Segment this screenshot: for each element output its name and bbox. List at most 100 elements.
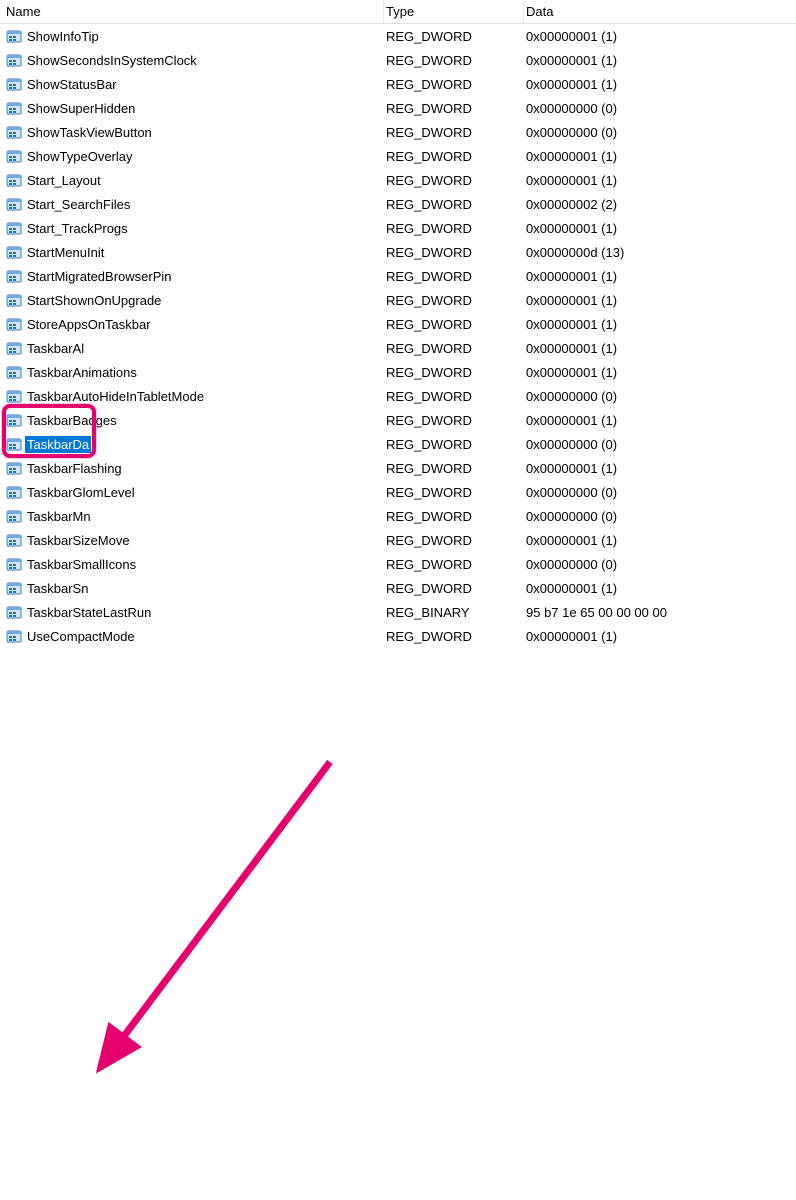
value-data-cell: 0x00000000 (0) (524, 485, 796, 500)
registry-value-row[interactable]: TaskbarAlREG_DWORD0x00000001 (1) (0, 336, 796, 360)
value-name-cell: Start_SearchFiles (4, 196, 384, 213)
column-label: Data (526, 4, 553, 19)
column-header-type[interactable]: Type (384, 0, 524, 23)
value-type-cell: REG_DWORD (384, 101, 524, 116)
registry-value-row[interactable]: ShowInfoTipREG_DWORD0x00000001 (1) (0, 24, 796, 48)
value-name-label: TaskbarGlomLevel (25, 484, 137, 501)
value-type-cell: REG_DWORD (384, 629, 524, 644)
registry-dword-icon (6, 436, 22, 452)
value-name-label: Start_Layout (25, 172, 103, 189)
value-type-cell: REG_DWORD (384, 557, 524, 572)
value-data-cell: 0x00000001 (1) (524, 293, 796, 308)
registry-value-list: ShowInfoTipREG_DWORD0x00000001 (1) ShowS… (0, 24, 796, 648)
registry-value-row[interactable]: ShowSuperHiddenREG_DWORD0x00000000 (0) (0, 96, 796, 120)
registry-value-row[interactable]: TaskbarDaREG_DWORD0x00000000 (0) (0, 432, 796, 456)
registry-value-row[interactable]: TaskbarGlomLevel REG_DWORD0x00000000 (0) (0, 480, 796, 504)
registry-dword-icon (6, 388, 22, 404)
registry-dword-icon (6, 124, 22, 140)
registry-value-row[interactable]: TaskbarMnREG_DWORD0x00000000 (0) (0, 504, 796, 528)
value-name-label: StartMenuInit (25, 244, 106, 261)
value-name-cell: TaskbarAutoHideInTabletMode (4, 388, 384, 405)
registry-value-row[interactable]: ShowTypeOverlayREG_DWORD0x00000001 (1) (0, 144, 796, 168)
value-type-cell: REG_DWORD (384, 485, 524, 500)
registry-value-row[interactable]: TaskbarAutoHideInTabletModeREG_DWORD0x00… (0, 384, 796, 408)
registry-dword-icon (6, 484, 22, 500)
value-name-cell: TaskbarSmallIcons (4, 556, 384, 573)
registry-dword-icon (6, 172, 22, 188)
registry-dword-icon (6, 580, 22, 596)
value-name-label: UseCompactMode (25, 628, 137, 645)
value-name-cell: Start_TrackProgs (4, 220, 384, 237)
value-name-cell: TaskbarAl (4, 340, 384, 357)
registry-value-row[interactable]: TaskbarBadges REG_DWORD0x00000001 (1) (0, 408, 796, 432)
value-name-label: ShowSecondsInSystemClock (25, 52, 199, 69)
value-type-cell: REG_DWORD (384, 389, 524, 404)
registry-value-row[interactable]: TaskbarSizeMoveREG_DWORD0x00000001 (1) (0, 528, 796, 552)
value-data-cell: 0x00000001 (1) (524, 173, 796, 188)
value-type-cell: REG_DWORD (384, 245, 524, 260)
value-type-cell: REG_DWORD (384, 509, 524, 524)
registry-value-row[interactable]: TaskbarSmallIconsREG_DWORD0x00000000 (0) (0, 552, 796, 576)
registry-value-row[interactable]: Start_SearchFilesREG_DWORD0x00000002 (2) (0, 192, 796, 216)
registry-dword-icon (6, 148, 22, 164)
value-name-label: TaskbarDa (25, 436, 91, 453)
value-name-label: ShowSuperHidden (25, 100, 137, 117)
value-type-cell: REG_DWORD (384, 125, 524, 140)
registry-value-row[interactable]: TaskbarFlashingREG_DWORD0x00000001 (1) (0, 456, 796, 480)
value-name-label: ShowTypeOverlay (25, 148, 135, 165)
value-data-cell: 0x00000001 (1) (524, 581, 796, 596)
value-data-cell: 0x00000001 (1) (524, 413, 796, 428)
registry-dword-icon (6, 100, 22, 116)
registry-value-row[interactable]: TaskbarAnimationsREG_DWORD0x00000001 (1) (0, 360, 796, 384)
value-name-cell: TaskbarFlashing (4, 460, 384, 477)
value-name-cell: ShowSecondsInSystemClock (4, 52, 384, 69)
registry-value-row[interactable]: StartMigratedBrowserPinREG_DWORD0x000000… (0, 264, 796, 288)
value-name-cell: TaskbarSizeMove (4, 532, 384, 549)
value-name-cell: StartMigratedBrowserPin (4, 268, 384, 285)
registry-dword-icon (6, 532, 22, 548)
registry-value-row[interactable]: TaskbarSnREG_DWORD0x00000001 (1) (0, 576, 796, 600)
value-data-cell: 0x00000001 (1) (524, 461, 796, 476)
registry-value-row[interactable]: ShowStatusBarREG_DWORD0x00000001 (1) (0, 72, 796, 96)
registry-value-row[interactable]: StoreAppsOnTaskbarREG_DWORD0x00000001 (1… (0, 312, 796, 336)
registry-value-row[interactable]: StartMenuInitREG_DWORD0x0000000d (13) (0, 240, 796, 264)
registry-dword-icon (6, 460, 22, 476)
value-name-label: TaskbarAutoHideInTabletMode (25, 388, 206, 405)
registry-dword-icon (6, 508, 22, 524)
value-name-cell: ShowSuperHidden (4, 100, 384, 117)
value-name-cell: ShowTaskViewButton (4, 124, 384, 141)
value-type-cell: REG_DWORD (384, 413, 524, 428)
registry-dword-icon (6, 76, 22, 92)
value-name-cell: StoreAppsOnTaskbar (4, 316, 384, 333)
value-name-cell: TaskbarSn (4, 580, 384, 597)
value-type-cell: REG_DWORD (384, 437, 524, 452)
value-name-cell: TaskbarDa (4, 436, 384, 453)
value-data-cell: 0x00000001 (1) (524, 365, 796, 380)
value-type-cell: REG_DWORD (384, 317, 524, 332)
registry-value-row[interactable]: Start_TrackProgsREG_DWORD0x00000001 (1) (0, 216, 796, 240)
registry-value-row[interactable]: ShowSecondsInSystemClockREG_DWORD0x00000… (0, 48, 796, 72)
registry-dword-icon (6, 412, 22, 428)
value-type-cell: REG_DWORD (384, 53, 524, 68)
registry-value-row[interactable]: TaskbarStateLastRunREG_BINARY95 b7 1e 65… (0, 600, 796, 624)
value-name-cell: StartMenuInit (4, 244, 384, 261)
registry-value-row[interactable]: UseCompactModeREG_DWORD0x00000001 (1) (0, 624, 796, 648)
value-name-cell: TaskbarMn (4, 508, 384, 525)
registry-value-row[interactable]: Start_LayoutREG_DWORD0x00000001 (1) (0, 168, 796, 192)
column-header-data[interactable]: Data (524, 0, 796, 23)
registry-value-row[interactable]: ShowTaskViewButtonREG_DWORD0x00000000 (0… (0, 120, 796, 144)
column-header-name[interactable]: Name (4, 0, 384, 23)
value-name-cell: ShowStatusBar (4, 76, 384, 93)
value-data-cell: 0x00000001 (1) (524, 533, 796, 548)
value-data-cell: 0x00000002 (2) (524, 197, 796, 212)
value-data-cell: 0x00000000 (0) (524, 557, 796, 572)
value-type-cell: REG_DWORD (384, 365, 524, 380)
value-data-cell: 0x00000000 (0) (524, 509, 796, 524)
value-type-cell: REG_DWORD (384, 533, 524, 548)
registry-value-row[interactable]: StartShownOnUpgradeREG_DWORD0x00000001 (… (0, 288, 796, 312)
value-name-label: StoreAppsOnTaskbar (25, 316, 153, 333)
registry-dword-icon (6, 28, 22, 44)
value-type-cell: REG_DWORD (384, 29, 524, 44)
value-name-label: TaskbarBadges (25, 412, 119, 429)
registry-dword-icon (6, 364, 22, 380)
